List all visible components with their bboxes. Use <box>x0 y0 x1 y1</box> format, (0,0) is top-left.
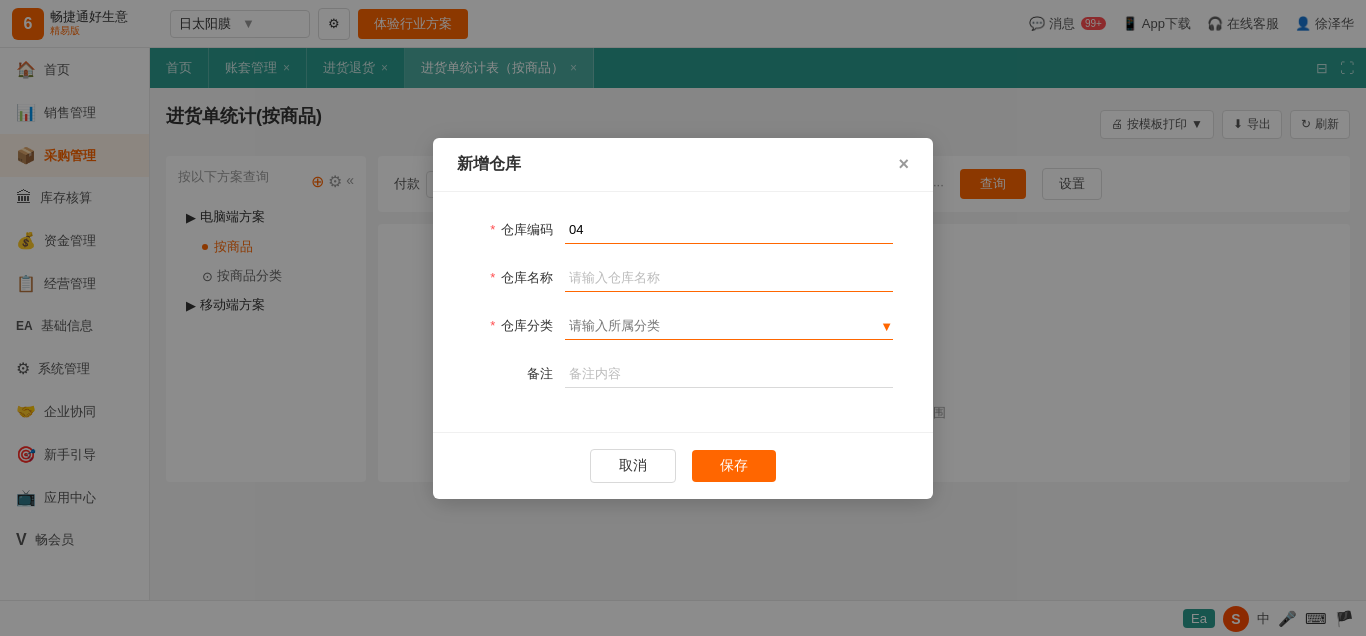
name-label: * 仓库名称 <box>473 269 553 287</box>
warehouse-category-input[interactable] <box>565 312 893 340</box>
modal-overlay: 新增仓库 × * 仓库编码 * 仓库名称 <box>0 0 1366 636</box>
note-label: 备注 <box>473 365 553 383</box>
modal-footer: 取消 保存 <box>433 432 933 499</box>
warehouse-note-input[interactable] <box>565 360 893 388</box>
add-warehouse-modal: 新增仓库 × * 仓库编码 * 仓库名称 <box>433 138 933 499</box>
required-mark-code: * <box>490 222 495 237</box>
modal-close-button[interactable]: × <box>898 154 909 175</box>
category-label: * 仓库分类 <box>473 317 553 335</box>
code-label: * 仓库编码 <box>473 221 553 239</box>
modal-body: * 仓库编码 * 仓库名称 * 仓库分类 <box>433 192 933 432</box>
cancel-button[interactable]: 取消 <box>590 449 676 483</box>
warehouse-code-input[interactable] <box>565 216 893 244</box>
modal-header: 新增仓库 × <box>433 138 933 192</box>
warehouse-category-row: * 仓库分类 ▼ <box>473 312 893 340</box>
warehouse-name-row: * 仓库名称 <box>473 264 893 292</box>
required-mark-category: * <box>490 318 495 333</box>
warehouse-name-input[interactable] <box>565 264 893 292</box>
required-mark-name: * <box>490 270 495 285</box>
warehouse-note-row: 备注 <box>473 360 893 388</box>
save-button[interactable]: 保存 <box>692 450 776 482</box>
modal-title: 新增仓库 <box>457 154 521 175</box>
category-select-wrapper: ▼ <box>565 312 893 340</box>
warehouse-code-row: * 仓库编码 <box>473 216 893 244</box>
